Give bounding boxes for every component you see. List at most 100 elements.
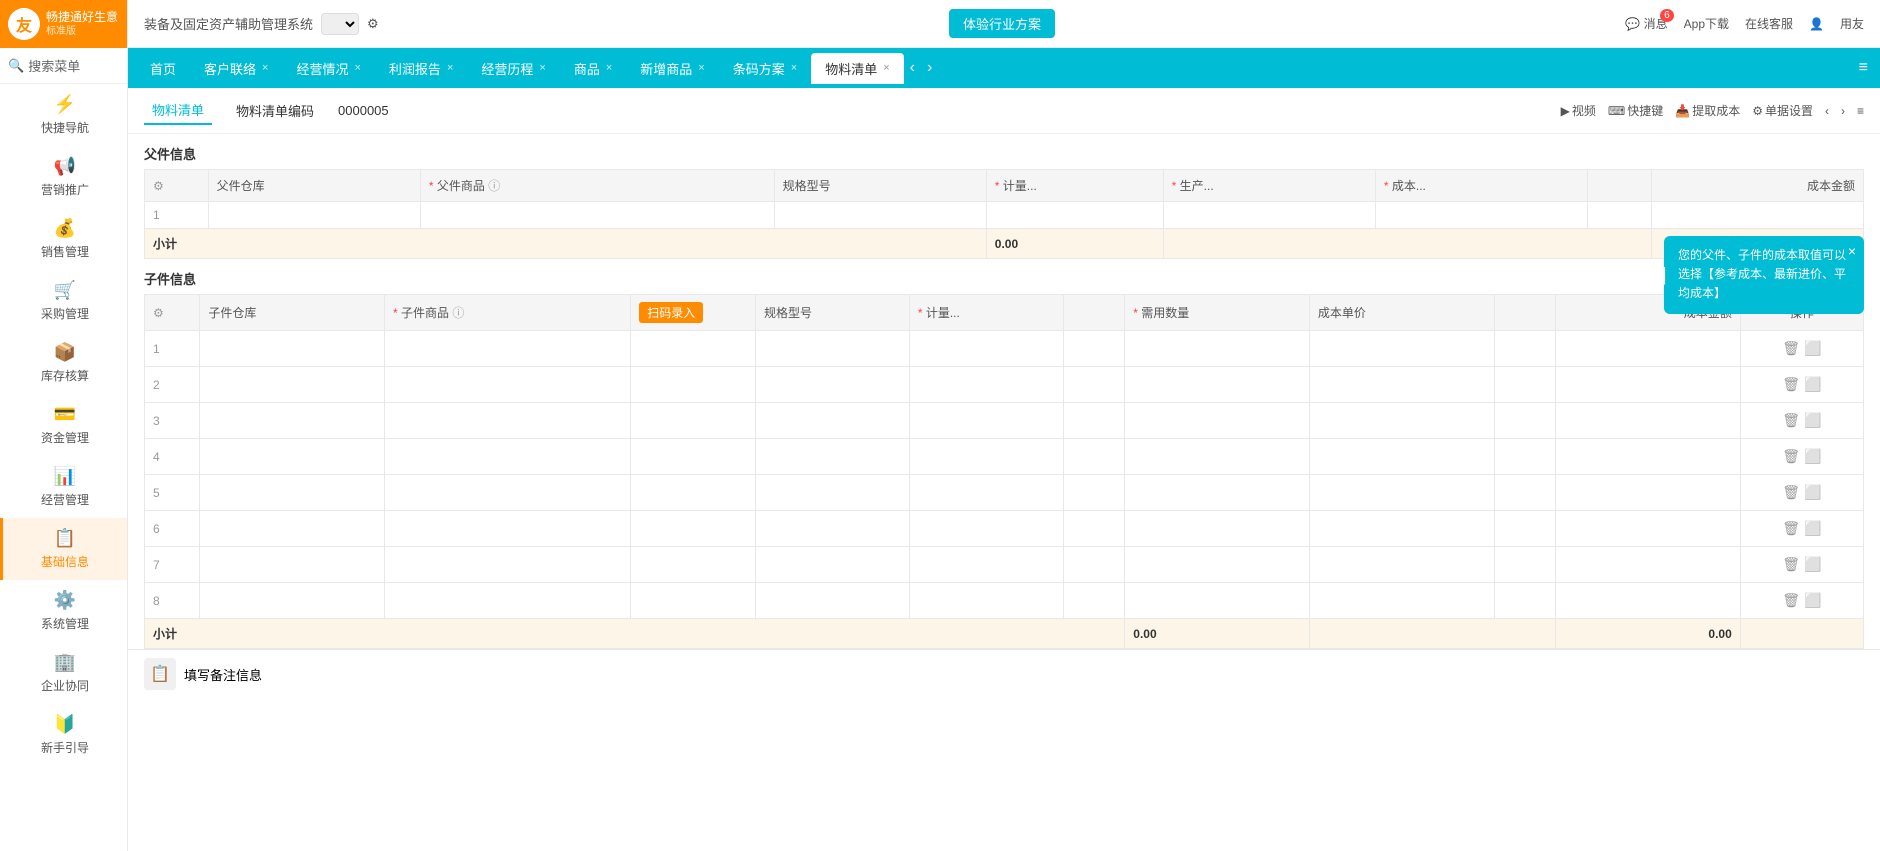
child-row-warehouse[interactable] bbox=[200, 331, 385, 367]
child-row-unit-cost[interactable] bbox=[1309, 511, 1494, 547]
sidebar-item-system[interactable]: ⚙️ 系统管理 bbox=[0, 580, 127, 642]
tab-operations-status[interactable]: 经营情况 × bbox=[282, 53, 374, 84]
sidebar-item-guide[interactable]: 🔰 新手引导 bbox=[0, 704, 127, 766]
tab-operations-close[interactable]: × bbox=[354, 62, 360, 74]
tab-profit-report[interactable]: 利润报告 × bbox=[375, 53, 467, 84]
child-row-warehouse[interactable] bbox=[200, 547, 385, 583]
nav-arrow-next[interactable]: › bbox=[1841, 104, 1845, 118]
sub-tab-bom-code[interactable]: 物料清单编码 bbox=[228, 97, 322, 124]
parent-row-unit[interactable] bbox=[986, 202, 1163, 229]
tab-new-product[interactable]: 新增商品 × bbox=[626, 53, 718, 84]
action-single-settings[interactable]: ⚙ 单据设置 bbox=[1752, 102, 1813, 119]
child-row-spec[interactable] bbox=[755, 331, 909, 367]
action-view[interactable]: ▶ 视频 bbox=[1561, 102, 1596, 119]
child-row-unit-cost[interactable] bbox=[1309, 583, 1494, 619]
child-row-unit-cost[interactable] bbox=[1309, 403, 1494, 439]
action-extract-cost[interactable]: 📥 提取成本 bbox=[1675, 102, 1740, 119]
child-row-product[interactable] bbox=[385, 583, 631, 619]
parent-row-production[interactable] bbox=[1163, 202, 1375, 229]
child-row-warehouse[interactable] bbox=[200, 475, 385, 511]
copy-icon[interactable]: ⬜ bbox=[1804, 376, 1821, 393]
sidebar-item-inventory[interactable]: 📦 库存核算 bbox=[0, 332, 127, 394]
child-row-required-qty[interactable] bbox=[1125, 511, 1310, 547]
copy-icon[interactable]: ⬜ bbox=[1804, 520, 1821, 537]
tabs-arrow-left[interactable]: ‹ bbox=[904, 55, 921, 81]
sidebar-item-basic-info[interactable]: 📋 基础信息 bbox=[0, 518, 127, 580]
tab-products-close[interactable]: × bbox=[606, 62, 612, 74]
tab-home[interactable]: 首页 bbox=[136, 53, 190, 84]
copy-icon[interactable]: ⬜ bbox=[1804, 412, 1821, 429]
sidebar-item-sales[interactable]: 💰 销售管理 bbox=[0, 208, 127, 270]
child-row-product[interactable] bbox=[385, 403, 631, 439]
child-row-warehouse[interactable] bbox=[200, 583, 385, 619]
child-row-unit[interactable] bbox=[909, 583, 1063, 619]
child-col-settings[interactable]: ⚙ bbox=[145, 295, 200, 331]
child-row-spec[interactable] bbox=[755, 511, 909, 547]
parent-gear-icon[interactable]: ⚙ bbox=[153, 179, 164, 193]
action-shortcut[interactable]: ⌨ 快捷键 bbox=[1608, 102, 1663, 119]
child-row-spec[interactable] bbox=[755, 367, 909, 403]
sub-tab-bom[interactable]: 物料清单 bbox=[144, 96, 212, 125]
child-row-spec[interactable] bbox=[755, 439, 909, 475]
user-name[interactable]: 用友 bbox=[1840, 15, 1864, 32]
delete-icon[interactable]: 🗑 bbox=[1782, 376, 1800, 393]
tab-products[interactable]: 商品 × bbox=[560, 53, 626, 84]
settings-icon[interactable]: ⚙ bbox=[367, 16, 379, 32]
child-row-warehouse[interactable] bbox=[200, 439, 385, 475]
tab-bom-close[interactable]: × bbox=[883, 62, 889, 74]
scan-button[interactable]: 扫码录入 bbox=[639, 302, 703, 323]
child-row-spec[interactable] bbox=[755, 475, 909, 511]
child-row-warehouse[interactable] bbox=[200, 367, 385, 403]
app-download[interactable]: App下载 bbox=[1684, 15, 1729, 32]
delete-icon[interactable]: 🗑 bbox=[1782, 556, 1800, 573]
child-row-unit[interactable] bbox=[909, 511, 1063, 547]
tab-customer-close[interactable]: × bbox=[262, 62, 268, 74]
copy-icon[interactable]: ⬜ bbox=[1804, 340, 1821, 357]
child-row-required-qty[interactable] bbox=[1125, 403, 1310, 439]
child-row-product[interactable] bbox=[385, 439, 631, 475]
parent-row-warehouse[interactable] bbox=[208, 202, 420, 229]
child-row-unit[interactable] bbox=[909, 331, 1063, 367]
child-row-unit-cost[interactable] bbox=[1309, 439, 1494, 475]
child-row-warehouse[interactable] bbox=[200, 403, 385, 439]
child-row-unit[interactable] bbox=[909, 439, 1063, 475]
delete-icon[interactable]: 🗑 bbox=[1782, 592, 1800, 609]
tab-bom[interactable]: 物料清单 × bbox=[811, 53, 903, 84]
child-row-spec[interactable] bbox=[755, 547, 909, 583]
delete-icon[interactable]: 🗑 bbox=[1782, 340, 1800, 357]
child-row-product[interactable] bbox=[385, 511, 631, 547]
sidebar-item-marketing[interactable]: 📢 营销推广 bbox=[0, 146, 127, 208]
system-selector[interactable] bbox=[321, 13, 359, 35]
child-row-unit-cost[interactable] bbox=[1309, 331, 1494, 367]
child-row-unit-cost[interactable] bbox=[1309, 547, 1494, 583]
child-row-unit-cost[interactable] bbox=[1309, 367, 1494, 403]
child-row-product[interactable] bbox=[385, 331, 631, 367]
copy-icon[interactable]: ⬜ bbox=[1804, 448, 1821, 465]
sidebar-item-quick-nav[interactable]: ⚡ 快捷导航 bbox=[0, 84, 127, 146]
child-row-required-qty[interactable] bbox=[1125, 439, 1310, 475]
tabs-arrow-right[interactable]: › bbox=[921, 55, 938, 81]
copy-icon[interactable]: ⬜ bbox=[1804, 484, 1821, 501]
child-row-product[interactable] bbox=[385, 475, 631, 511]
tab-barcode[interactable]: 条码方案 × bbox=[719, 53, 811, 84]
online-service[interactable]: 在线客服 bbox=[1745, 15, 1793, 32]
delete-icon[interactable]: 🗑 bbox=[1782, 448, 1800, 465]
child-row-required-qty[interactable] bbox=[1125, 547, 1310, 583]
child-row-unit[interactable] bbox=[909, 547, 1063, 583]
child-row-required-qty[interactable] bbox=[1125, 367, 1310, 403]
message-wrap[interactable]: 💬 6 消息 bbox=[1625, 15, 1667, 32]
tab-operations-history[interactable]: 经营历程 × bbox=[467, 53, 559, 84]
nav-arrow-prev[interactable]: ‹ bbox=[1825, 104, 1829, 118]
bottom-bar-icon[interactable]: 📋 bbox=[144, 658, 176, 690]
delete-icon[interactable]: 🗑 bbox=[1782, 412, 1800, 429]
child-row-required-qty[interactable] bbox=[1125, 331, 1310, 367]
tab-profit-close[interactable]: × bbox=[447, 62, 453, 74]
tooltip-close-button[interactable]: × bbox=[1848, 240, 1856, 262]
parent-row-spec[interactable] bbox=[774, 202, 986, 229]
child-row-product[interactable] bbox=[385, 367, 631, 403]
sidebar-item-finance[interactable]: 💳 资金管理 bbox=[0, 394, 127, 456]
sidebar-item-operations[interactable]: 📊 经营管理 bbox=[0, 456, 127, 518]
tab-customer[interactable]: 客户联络 × bbox=[190, 53, 282, 84]
tabs-close-all[interactable]: ≡ bbox=[1855, 55, 1872, 81]
child-row-unit-cost[interactable] bbox=[1309, 475, 1494, 511]
